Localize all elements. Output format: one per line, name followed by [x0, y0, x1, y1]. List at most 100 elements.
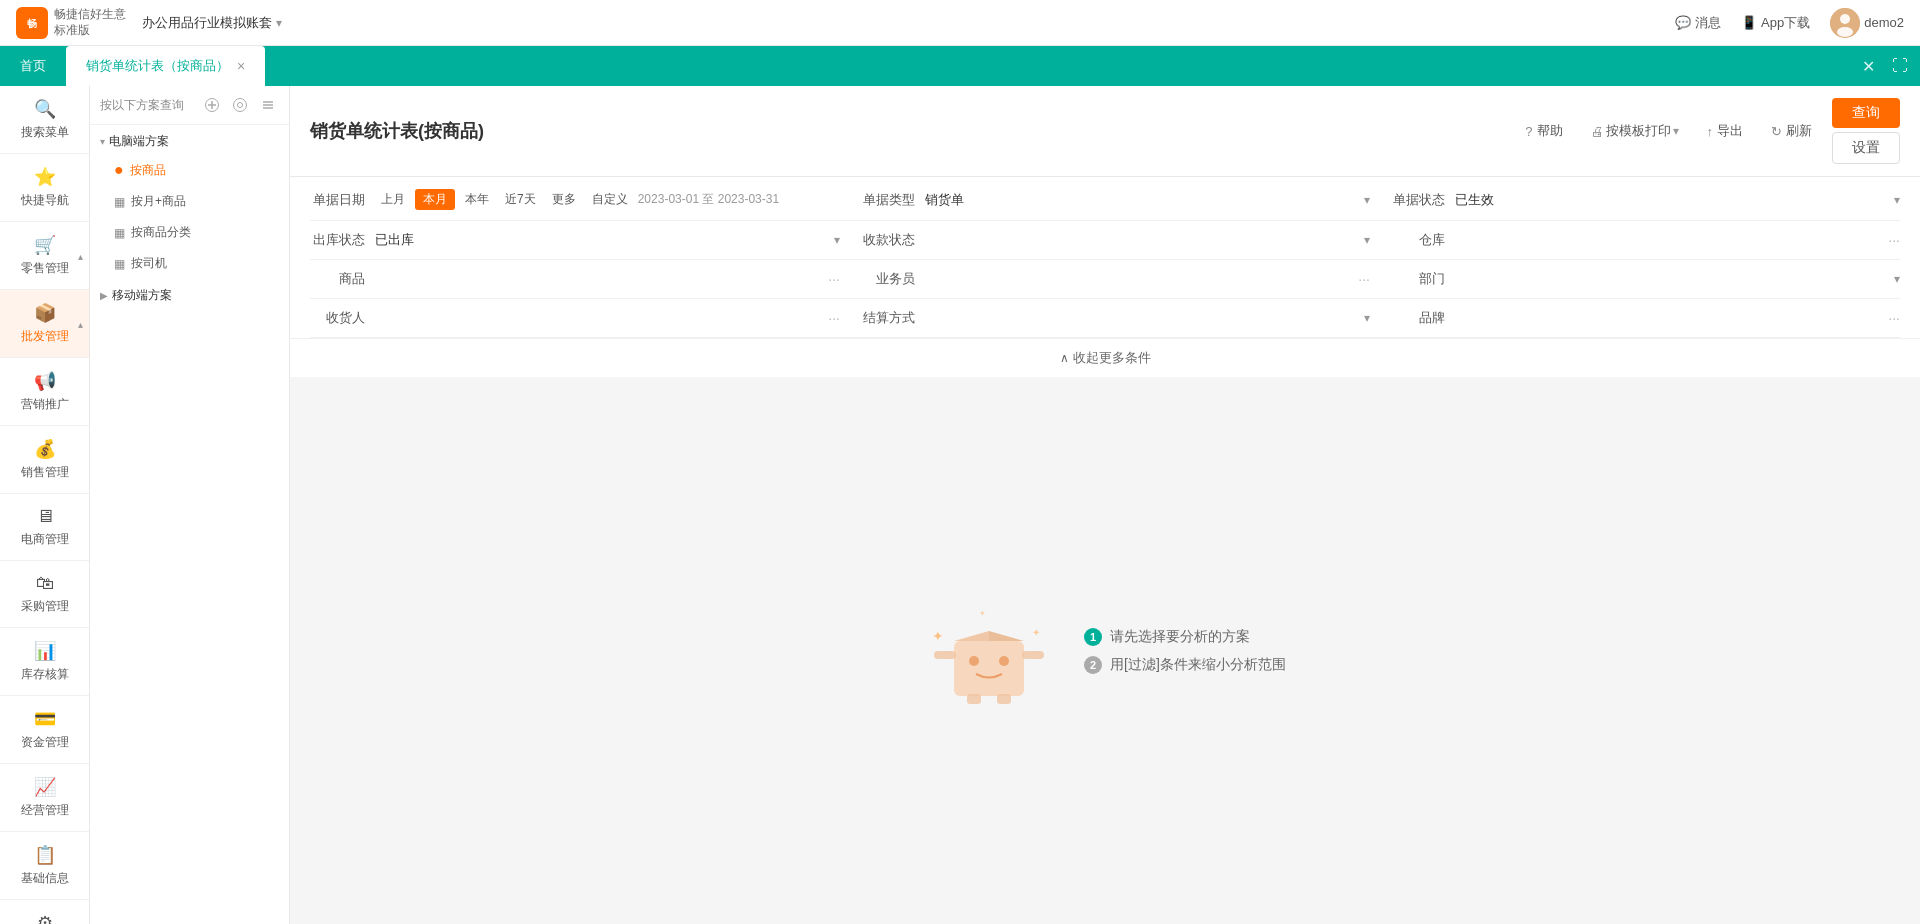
- filter-section: 单据日期 上月 本月 本年 近7天 更多 自定义 2023-03-01 至 20…: [290, 177, 1920, 377]
- payment-control[interactable]: ▾: [925, 311, 1370, 325]
- date-tab-this-month[interactable]: 本月: [415, 189, 455, 210]
- search-icon: 🔍: [34, 98, 56, 120]
- svg-rect-21: [997, 694, 1011, 704]
- salesperson-control[interactable]: ···: [925, 271, 1370, 287]
- out-status-control[interactable]: 已出库 ▾: [375, 231, 840, 249]
- panel-item-by-month-product[interactable]: ▦ 按月+商品: [90, 186, 289, 217]
- message-icon: 💬: [1675, 15, 1691, 30]
- status-control[interactable]: 已生效 ▾: [1455, 191, 1900, 209]
- sidebar: 🔍 搜索菜单 ⭐ 快捷导航 🛒 零售管理 ▴ 📦 批发管理 ▴ 📢 营销推广 💰…: [0, 86, 90, 924]
- app-selector[interactable]: 办公用品行业模拟账套 ▾: [134, 10, 290, 36]
- sidebar-item-ecom[interactable]: 🖥 电商管理: [0, 494, 89, 561]
- warehouse-control[interactable]: ···: [1455, 232, 1900, 248]
- sidebar-item-search[interactable]: 🔍 搜索菜单: [0, 86, 89, 154]
- panel-item-by-category[interactable]: ▦ 按商品分类: [90, 217, 289, 248]
- sidebar-item-inventory[interactable]: 📊 库存核算: [0, 628, 89, 696]
- user-menu[interactable]: demo2: [1830, 8, 1904, 38]
- department-dropdown: ▾: [1894, 272, 1900, 286]
- filter-salesperson-cell: 业务员 ···: [840, 270, 1370, 299]
- tab-fullscreen-button[interactable]: ⛶: [1888, 54, 1912, 78]
- sidebar-item-system[interactable]: ⚙ 系统管理: [0, 900, 89, 924]
- help-icon: ?: [1525, 124, 1532, 139]
- type-label: 单据类型: [860, 191, 925, 209]
- date-tab-more[interactable]: 更多: [546, 189, 582, 210]
- sidebar-item-basic[interactable]: 📋 基础信息: [0, 832, 89, 900]
- print-icon: 🖨: [1591, 124, 1604, 139]
- filter-status-cell: 单据状态 已生效 ▾: [1370, 189, 1900, 221]
- receiver-control[interactable]: ···: [375, 310, 840, 326]
- date-tab-last-month[interactable]: 上月: [375, 189, 411, 210]
- filter-row-2: 出库状态 已出库 ▾ 收款状态 ▾ 仓库: [290, 221, 1920, 260]
- top-header: 畅 畅捷信好生意 标准版 办公用品行业模拟账套 ▾ 💬 消息 📱 App下载: [0, 0, 1920, 46]
- svg-text:✦: ✦: [932, 628, 944, 644]
- empty-text: 1 请先选择要分析的方案 2 用[过滤]条件来缩小分析范围: [1084, 628, 1286, 674]
- help-button[interactable]: ? 帮助: [1517, 118, 1570, 144]
- panel-collapse-button[interactable]: [257, 94, 279, 116]
- tab-bar-actions: ✕ ⛶: [1856, 54, 1920, 78]
- export-button[interactable]: ↑ 导出: [1699, 118, 1752, 144]
- panel-pc-section[interactable]: ▾ 电脑端方案: [90, 125, 289, 154]
- settings-button[interactable]: 设置: [1832, 132, 1900, 164]
- date-tab-7days[interactable]: 近7天: [499, 189, 542, 210]
- panel-icons: [201, 94, 279, 116]
- type-control[interactable]: 销货单 ▾: [925, 191, 1370, 209]
- filter-warehouse-cell: 仓库 ···: [1370, 231, 1900, 260]
- out-status-value: 已出库: [375, 231, 414, 249]
- purchase-icon: 🛍: [36, 573, 54, 594]
- panel-grid-icon-2: ▦: [114, 226, 125, 240]
- date-tab-this-year[interactable]: 本年: [459, 189, 495, 210]
- filter-brand-cell: 品牌 ···: [1370, 309, 1900, 338]
- panel-settings-button[interactable]: [229, 94, 251, 116]
- tab-home[interactable]: 首页: [0, 46, 66, 86]
- tab-bar: 首页 销货单统计表（按商品） × ✕ ⛶: [0, 46, 1920, 86]
- empty-illustration: ✦ ✦ ✦: [924, 596, 1054, 706]
- sidebar-item-wholesale[interactable]: 📦 批发管理 ▴: [0, 290, 89, 358]
- sidebar-item-purchase[interactable]: 🛍 采购管理: [0, 561, 89, 628]
- type-value: 销货单: [925, 191, 964, 209]
- star-icon: ⭐: [34, 166, 56, 188]
- panel-item-by-product[interactable]: ● 按商品: [90, 154, 289, 186]
- empty-step-1: 1 请先选择要分析的方案: [1084, 628, 1286, 646]
- app-download-button[interactable]: 📱 App下载: [1741, 14, 1810, 32]
- panel-mobile-section[interactable]: ▶ 移动端方案: [90, 279, 289, 308]
- filter-payment-cell: 结算方式 ▾: [840, 309, 1370, 338]
- page-title: 销货单统计表(按商品): [310, 119, 484, 143]
- date-tab-custom[interactable]: 自定义: [586, 189, 634, 210]
- sidebar-item-operation[interactable]: 📈 经营管理: [0, 764, 89, 832]
- svg-rect-18: [934, 651, 956, 659]
- step1-text: 请先选择要分析的方案: [1110, 628, 1250, 646]
- brand-control[interactable]: ···: [1455, 310, 1900, 326]
- tab-close-button[interactable]: ✕: [1856, 54, 1880, 78]
- svg-point-4: [1837, 27, 1853, 37]
- pay-status-control[interactable]: ▾: [925, 233, 1370, 247]
- svg-marker-14: [954, 631, 989, 641]
- tab-report[interactable]: 销货单统计表（按商品） ×: [66, 46, 265, 86]
- sidebar-item-finance[interactable]: 💳 资金管理: [0, 696, 89, 764]
- department-control[interactable]: ▾: [1455, 272, 1900, 286]
- sidebar-item-sales[interactable]: 💰 销售管理: [0, 426, 89, 494]
- sidebar-item-retail[interactable]: 🛒 零售管理 ▴: [0, 222, 89, 290]
- collapse-button[interactable]: ∧ 收起更多条件: [290, 338, 1920, 377]
- step1-icon: 1: [1084, 628, 1102, 646]
- header-right: 💬 消息 📱 App下载 demo2: [1675, 8, 1904, 38]
- svg-rect-13: [954, 641, 1024, 696]
- filter-type-cell: 单据类型 销货单 ▾: [840, 189, 1370, 221]
- print-button[interactable]: 🖨 按模板打印 ▾: [1583, 118, 1687, 144]
- tab-close-icon[interactable]: ×: [237, 59, 245, 73]
- page-header: 销货单统计表(按商品) ? 帮助 🖨 按模板打印 ▾ ↑: [290, 86, 1920, 177]
- avatar: [1830, 8, 1860, 38]
- sidebar-item-marketing[interactable]: 📢 营销推广: [0, 358, 89, 426]
- refresh-button[interactable]: ↻ 刷新: [1763, 118, 1820, 144]
- product-control[interactable]: ···: [375, 271, 840, 287]
- sidebar-item-shortcut[interactable]: ⭐ 快捷导航: [0, 154, 89, 222]
- header-left: 畅 畅捷信好生意 标准版 办公用品行业模拟账套 ▾: [16, 7, 290, 39]
- step2-icon: 2: [1084, 656, 1102, 674]
- salesperson-dots: ···: [1358, 271, 1370, 287]
- inventory-icon: 📊: [34, 640, 56, 662]
- panel-add-button[interactable]: [201, 94, 223, 116]
- message-button[interactable]: 💬 消息: [1675, 14, 1721, 32]
- status-value: 已生效: [1455, 191, 1494, 209]
- panel-item-by-counter[interactable]: ▦ 按司机: [90, 248, 289, 279]
- query-button[interactable]: 查询: [1832, 98, 1900, 128]
- page-actions: ? 帮助 🖨 按模板打印 ▾ ↑ 导出 ↻: [1517, 98, 1900, 164]
